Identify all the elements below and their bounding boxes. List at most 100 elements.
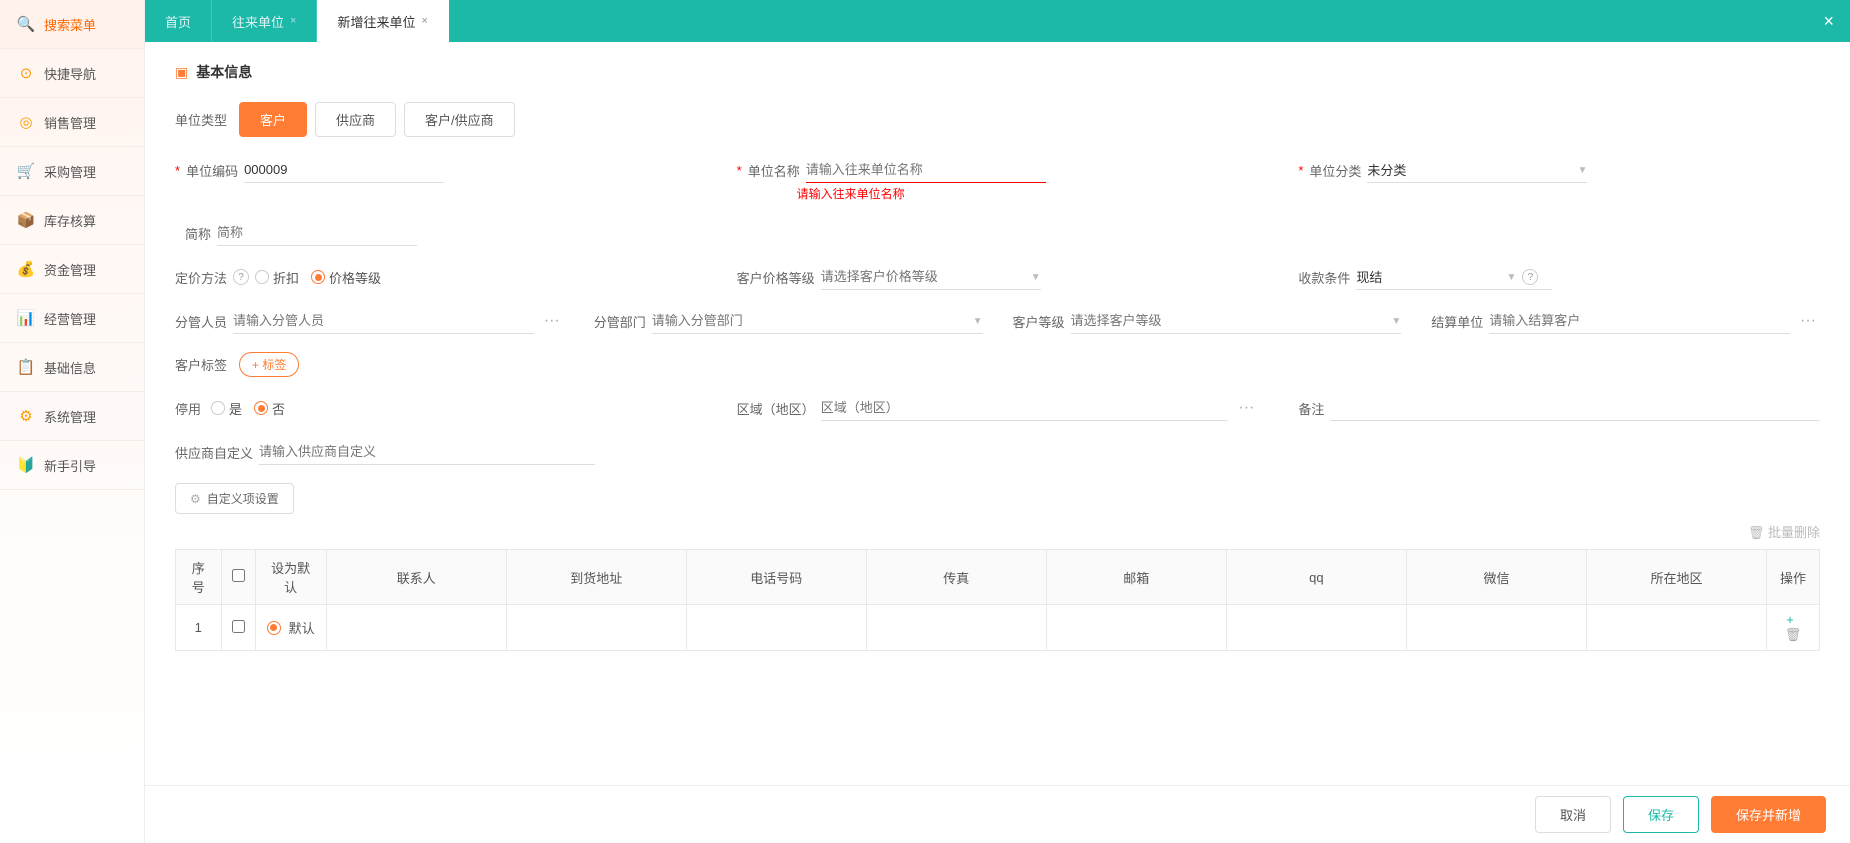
manager-more-btn[interactable]: ··· <box>540 312 564 330</box>
customer-level-label: 客户等级 <box>1013 312 1065 331</box>
save-button[interactable]: 保存 <box>1623 796 1699 833</box>
radio-disable-yes[interactable]: 是 <box>211 399 242 418</box>
select-all-checkbox[interactable] <box>232 569 245 582</box>
fax-input[interactable] <box>877 620 1036 635</box>
email-input[interactable] <box>1057 620 1216 635</box>
sidebar-label-sales: 销售管理 <box>44 113 96 132</box>
col-default: 设为默认 <box>255 550 326 605</box>
tab-bar: 首页 往来单位 × 新增往来单位 × × <box>145 0 1850 42</box>
table-row: 1 默认 <box>176 605 1820 651</box>
region-input[interactable] <box>1597 620 1756 635</box>
sidebar-item-system[interactable]: ⚙ 系统管理 <box>0 392 144 441</box>
unit-code-field: * 单位编码 <box>175 157 697 183</box>
tab-new-partner[interactable]: 新增往来单位 × <box>317 0 448 42</box>
radio-discount[interactable]: 折扣 <box>255 268 299 287</box>
batch-delete-label[interactable]: 批量删除 <box>1768 525 1820 540</box>
cell-seq: 1 <box>176 605 222 651</box>
settlement-label: 结算单位 <box>1431 312 1483 331</box>
customer-level-input[interactable] <box>1071 308 1402 334</box>
customer-price-input[interactable] <box>821 264 1041 290</box>
unit-category-required: * <box>1298 163 1303 178</box>
radio-default[interactable]: 默认 <box>266 618 316 637</box>
unit-category-select[interactable]: ▼ <box>1367 157 1587 183</box>
radio-price-level[interactable]: 价格等级 <box>311 268 381 287</box>
sidebar-item-search[interactable]: 🔍 搜索菜单 <box>0 0 144 49</box>
unit-code-required: * <box>175 163 180 178</box>
sidebar-label-quicknav: 快捷导航 <box>44 64 96 83</box>
contact-input[interactable] <box>337 620 496 635</box>
sidebar-label-purchase: 采购管理 <box>44 162 96 181</box>
unit-category-input[interactable] <box>1367 157 1587 183</box>
operations-icon: 📊 <box>16 308 36 328</box>
short-name-input[interactable] <box>217 220 417 246</box>
row-checkbox[interactable] <box>232 620 245 633</box>
radio-discount-circle <box>255 270 269 284</box>
sidebar-item-quicknav[interactable]: ⊙ 快捷导航 <box>0 49 144 98</box>
customer-level-select[interactable]: ▼ <box>1071 308 1402 334</box>
section-header: ▣ 基本信息 <box>175 62 1820 82</box>
remark-label: 备注 <box>1298 399 1324 418</box>
dept-select[interactable]: ▼ <box>652 308 983 334</box>
phone-input[interactable] <box>697 620 856 635</box>
sidebar-item-purchase[interactable]: 🛒 采购管理 <box>0 147 144 196</box>
area-field: 区域（地区） ··· <box>737 395 1259 421</box>
add-tag-button[interactable]: + 标签 <box>239 352 299 377</box>
tab-partner-list[interactable]: 往来单位 × <box>212 0 317 42</box>
radio-default-circle <box>267 621 281 635</box>
save-new-button[interactable]: 保存并新增 <box>1711 796 1826 833</box>
sidebar-label-inventory: 库存核算 <box>44 211 96 230</box>
area-input[interactable] <box>821 395 1229 421</box>
disable-radio-group: 是 否 <box>211 399 285 418</box>
tab-new-partner-close[interactable]: × <box>421 15 427 27</box>
wechat-input[interactable] <box>1417 620 1576 635</box>
sidebar-item-basic[interactable]: 📋 基础信息 <box>0 343 144 392</box>
col-contact: 联系人 <box>326 550 506 605</box>
type-btn-both[interactable]: 客户/供应商 <box>404 102 515 137</box>
row-pricing: 定价方法 ? 折扣 价格等级 <box>175 264 1820 290</box>
col-wechat: 微信 <box>1406 550 1586 605</box>
dept-field: 分管部门 ▼ <box>594 308 983 334</box>
add-row-btn[interactable]: + <box>1786 612 1794 627</box>
col-checkbox <box>221 550 255 605</box>
radio-disable-no[interactable]: 否 <box>254 399 285 418</box>
remark-input[interactable] <box>1330 395 1820 421</box>
tab-partner-list-close[interactable]: × <box>290 15 296 27</box>
sidebar-item-operations[interactable]: 📊 经营管理 <box>0 294 144 343</box>
inventory-icon: 📦 <box>16 210 36 230</box>
radio-disable-yes-circle <box>211 401 225 415</box>
unit-name-input[interactable] <box>806 157 1046 183</box>
pricing-method-help-icon[interactable]: ? <box>233 269 249 285</box>
qq-input[interactable] <box>1237 620 1396 635</box>
system-icon: ⚙ <box>16 406 36 426</box>
settlement-input[interactable] <box>1489 308 1790 334</box>
custom-settings-button[interactable]: ⚙ 自定义项设置 <box>175 483 294 514</box>
area-more-btn[interactable]: ··· <box>1234 399 1258 417</box>
type-btn-supplier[interactable]: 供应商 <box>315 102 396 137</box>
sidebar-item-sales[interactable]: ◎ 销售管理 <box>0 98 144 147</box>
basic-icon: 📋 <box>16 357 36 377</box>
short-name-field: 简称 <box>175 220 710 246</box>
cancel-button[interactable]: 取消 <box>1535 796 1611 833</box>
col-seq: 序号 <box>176 550 222 605</box>
settlement-more-btn[interactable]: ··· <box>1796 312 1820 330</box>
supplier-custom-input[interactable] <box>259 439 595 465</box>
dept-input[interactable] <box>652 308 983 334</box>
sidebar-item-finance[interactable]: 💰 资金管理 <box>0 245 144 294</box>
sidebar-label-basic: 基础信息 <box>44 358 96 377</box>
sidebar-item-guide[interactable]: 🔰 新手引导 <box>0 441 144 490</box>
type-btn-customer[interactable]: 客户 <box>239 102 307 137</box>
payment-terms-input[interactable] <box>1356 264 1552 290</box>
section-title: 基本信息 <box>196 62 252 82</box>
tab-close-all-button[interactable]: × <box>1807 11 1850 32</box>
address-input[interactable] <box>517 620 676 635</box>
sidebar-item-inventory[interactable]: 📦 库存核算 <box>0 196 144 245</box>
delete-row-btn[interactable]: 🗑 <box>1785 627 1802 642</box>
customer-price-select[interactable]: ▼ <box>821 264 1041 290</box>
short-name-label: 简称 <box>185 224 211 243</box>
unit-type-button-group: 客户 供应商 客户/供应商 <box>239 102 515 137</box>
payment-terms-select[interactable]: ▼ <box>1356 264 1516 290</box>
manager-input[interactable] <box>233 308 534 334</box>
tab-home[interactable]: 首页 <box>145 0 212 42</box>
unit-code-input[interactable] <box>244 157 444 183</box>
cell-qq <box>1226 605 1406 651</box>
